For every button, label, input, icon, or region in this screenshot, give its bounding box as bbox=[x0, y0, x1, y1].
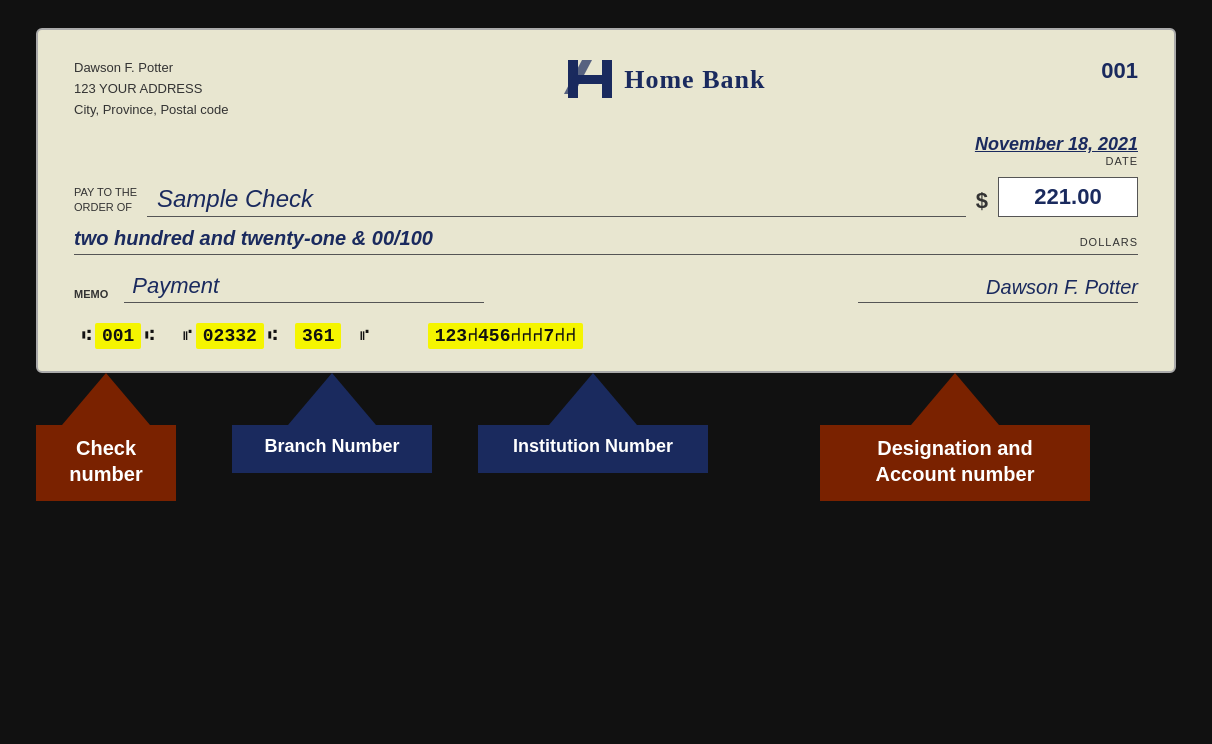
check-address: Dawson F. Potter 123 YOUR ADDRESS City, … bbox=[74, 58, 228, 120]
institution-number-label: Institution Number bbox=[478, 425, 708, 472]
signature: Dawson F. Potter bbox=[986, 276, 1138, 298]
payto-row: PAY TO THE ORDER OF Sample Check $ 221.0… bbox=[74, 177, 1138, 217]
memo-label: MEMO bbox=[74, 288, 108, 303]
check: Dawson F. Potter 123 YOUR ADDRESS City, … bbox=[36, 28, 1176, 373]
institution-number-arrow: Institution Number bbox=[478, 373, 708, 472]
designation-arrow: Designation and Account number bbox=[820, 373, 1090, 501]
micr-branch-num: 02332 bbox=[196, 323, 264, 349]
bottom-section: Check number Branch Number Institution N… bbox=[0, 373, 1212, 528]
check-number-arrow: Check number bbox=[36, 373, 176, 501]
check-number-block: 001 bbox=[1101, 58, 1138, 84]
date-label: DATE bbox=[975, 155, 1138, 167]
check-date: November 18, 2021 bbox=[975, 134, 1138, 155]
written-row: two hundred and twenty-one & 00/100 DOLL… bbox=[74, 227, 1138, 255]
check-number-arrow-shape bbox=[62, 373, 150, 425]
arrow-container: Check number Branch Number Institution N… bbox=[0, 373, 1212, 528]
micr-account-num: 123⑁456⑁⑁⑁7⑁⑁ bbox=[428, 323, 584, 349]
institution-number-arrow-shape bbox=[549, 373, 637, 425]
branch-number-label: Branch Number bbox=[232, 425, 432, 472]
memo-value: Payment bbox=[124, 273, 219, 298]
micr-sym2: ⑆ bbox=[145, 328, 154, 345]
check-number-label: Check number bbox=[36, 425, 176, 501]
date-row: November 18, 2021 DATE bbox=[74, 134, 1138, 167]
written-amount: two hundred and twenty-one & 00/100 bbox=[74, 227, 1070, 250]
dollar-sign: $ bbox=[976, 188, 988, 217]
bank-logo-icon bbox=[564, 54, 616, 106]
branch-number-arrow-shape bbox=[288, 373, 376, 425]
micr-row: ⑆ 001 ⑆ ⑈ 02332 ⑆ 361 ⑈ 123⑁456⑁⑁⑁7⑁⑁ bbox=[74, 323, 1138, 349]
amount-box: 221.00 bbox=[998, 177, 1138, 217]
svg-rect-2 bbox=[602, 60, 612, 98]
check-number: 001 bbox=[1101, 58, 1138, 84]
branch-number-arrow: Branch Number bbox=[232, 373, 432, 472]
payto-name-line: Sample Check bbox=[147, 185, 966, 217]
micr-institution-num: 361 bbox=[295, 323, 341, 349]
memo-line: Payment bbox=[124, 273, 484, 303]
micr-check-num: 001 bbox=[95, 323, 141, 349]
micr-sym5: ⑈ bbox=[360, 328, 369, 345]
payto-name: Sample Check bbox=[147, 185, 313, 212]
designation-arrow-shape bbox=[911, 373, 999, 425]
payto-label: PAY TO THE ORDER OF bbox=[74, 185, 137, 218]
bank-logo: Home Bank bbox=[564, 54, 765, 106]
micr-sym3: ⑈ bbox=[183, 328, 192, 345]
signature-line: Dawson F. Potter bbox=[858, 276, 1138, 303]
micr-sym4: ⑆ bbox=[268, 328, 277, 345]
dollars-label: DOLLARS bbox=[1070, 236, 1138, 250]
micr-sym1: ⑆ bbox=[82, 328, 91, 345]
memo-sig-row: MEMO Payment Dawson F. Potter bbox=[74, 273, 1138, 303]
bank-name: Home Bank bbox=[624, 65, 765, 95]
designation-label: Designation and Account number bbox=[820, 425, 1090, 501]
